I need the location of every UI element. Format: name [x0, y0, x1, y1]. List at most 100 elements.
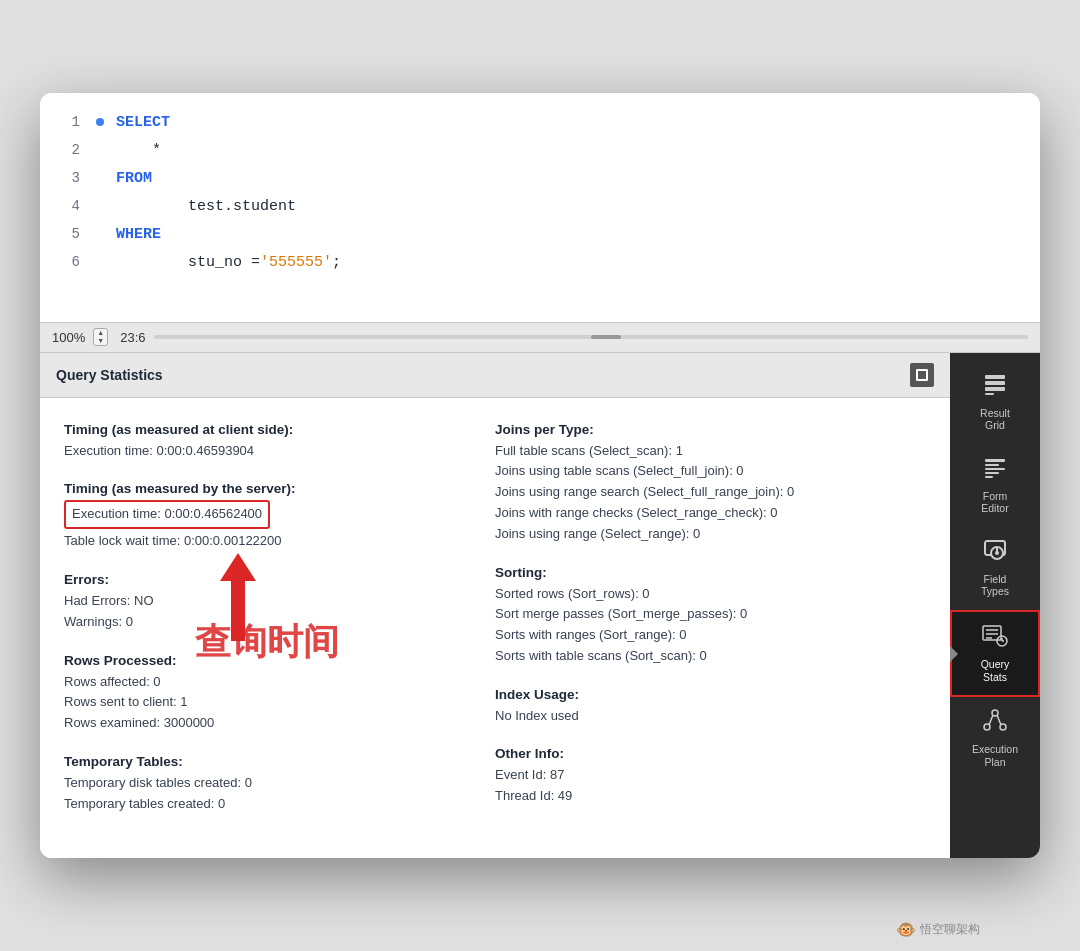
temp-tables-created: Temporary tables created: 0 — [64, 794, 471, 815]
line-number-1: 1 — [56, 111, 80, 133]
code-line-3: 3 FROM — [40, 165, 1040, 193]
code-semicolon: ; — [332, 251, 341, 275]
svg-line-24 — [997, 715, 1001, 725]
errors-warnings: Warnings: 0 — [64, 612, 471, 633]
svg-line-23 — [989, 715, 993, 725]
keyword-where: WHERE — [116, 223, 161, 247]
sorting-ranges: Sorts with ranges (Sort_range): 0 — [495, 625, 902, 646]
stats-joins: Joins per Type: Full table scans (Select… — [495, 422, 926, 545]
scrollbar-thumb[interactable] — [591, 335, 621, 339]
zoom-up[interactable]: ▲ — [94, 329, 107, 337]
keyword-from: FROM — [116, 167, 152, 191]
svg-rect-1 — [985, 381, 1005, 385]
exec-plan-icon — [983, 709, 1007, 737]
execution-time-highlight-box: Execution time: 0:00:0.46562400 — [64, 500, 270, 529]
svg-rect-6 — [985, 468, 1005, 470]
active-indicator — [950, 646, 958, 662]
field-types-label: FieldTypes — [981, 573, 1009, 598]
zoom-level: 100% — [52, 330, 85, 345]
index-title: Index Usage: — [495, 687, 902, 702]
sidebar-item-form-editor[interactable]: FormEditor — [950, 444, 1040, 527]
code-editor[interactable]: 1 SELECT 2 * 3 FROM 4 test.student 5 WH — [40, 93, 1040, 323]
stats-index-usage: Index Usage: No Index used — [495, 687, 926, 727]
joins-range-search: Joins using range search (Select_full_ra… — [495, 482, 902, 503]
panel-toggle-button[interactable] — [910, 363, 934, 387]
code-line-5: 5 WHERE — [40, 221, 1040, 249]
stats-timing-server: Timing (as measured by the server): Exec… — [64, 481, 495, 552]
code-line-6: 6 stu_no = '555555'; — [40, 249, 1040, 277]
main-content-area: Query Statistics Timing (as measured at … — [40, 353, 1040, 859]
right-sidebar: ResultGrid FormEditor — [950, 353, 1040, 859]
stats-right-column: Joins per Type: Full table scans (Select… — [495, 422, 926, 835]
temp-tables-title: Temporary Tables: — [64, 754, 471, 769]
index-no-index: No Index used — [495, 706, 902, 727]
sidebar-item-result-grid[interactable]: ResultGrid — [950, 361, 1040, 444]
line-number-6: 6 — [56, 251, 80, 273]
line-number-3: 3 — [56, 167, 80, 189]
line-number-5: 5 — [56, 223, 80, 245]
result-grid-icon — [983, 373, 1007, 401]
joins-range-check: Joins with range checks (Select_range_ch… — [495, 503, 902, 524]
query-stats-label: QueryStats — [981, 658, 1010, 683]
result-grid-label: ResultGrid — [980, 407, 1010, 432]
execution-plan-label: ExecutionPlan — [972, 743, 1018, 768]
svg-rect-0 — [985, 375, 1005, 379]
rows-examined: Rows examined: 3000000 — [64, 713, 471, 734]
stats-panel-title: Query Statistics — [56, 367, 163, 383]
sorting-table-scans: Sorts with table scans (Sort_scan): 0 — [495, 646, 902, 667]
stats-body: Timing (as measured at client side): Exe… — [40, 398, 950, 859]
zoom-stepper[interactable]: ▲ ▼ — [93, 328, 108, 346]
timing-client-exec: Execution time: 0:00:0.46593904 — [64, 441, 471, 462]
svg-rect-5 — [985, 464, 999, 466]
form-editor-label: FormEditor — [981, 490, 1008, 515]
errors-title: Errors: — [64, 572, 471, 587]
other-event-id: Event Id: 87 — [495, 765, 902, 786]
stats-panel-header: Query Statistics — [40, 353, 950, 398]
sidebar-item-execution-plan[interactable]: ExecutionPlan — [950, 697, 1040, 780]
timing-server-lock: Table lock wait time: 0:00:0.00122200 — [64, 531, 471, 552]
stats-sorting: Sorting: Sorted rows (Sort_rows): 0 Sort… — [495, 565, 926, 667]
horizontal-scrollbar[interactable] — [154, 335, 1029, 339]
rows-affected: Rows affected: 0 — [64, 672, 471, 693]
joins-full-join: Joins using table scans (Select_full_joi… — [495, 461, 902, 482]
sorting-merge-passes: Sort merge passes (Sort_merge_passes): 0 — [495, 604, 902, 625]
code-line-4: 4 test.student — [40, 193, 1040, 221]
stats-timing-client: Timing (as measured at client side): Exe… — [64, 422, 495, 462]
panel-toggle-icon — [916, 369, 928, 381]
form-editor-icon — [983, 456, 1007, 484]
svg-rect-4 — [985, 459, 1005, 462]
field-types-icon — [983, 539, 1007, 567]
errors-had: Had Errors: NO — [64, 591, 471, 612]
code-condition-value: '555555' — [260, 251, 332, 275]
breakpoint-dot[interactable] — [96, 118, 104, 126]
line-number-2: 2 — [56, 139, 80, 161]
code-line-2: 2 * — [40, 137, 1040, 165]
other-info-title: Other Info: — [495, 746, 902, 761]
rows-sent: Rows sent to client: 1 — [64, 692, 471, 713]
zoom-down[interactable]: ▼ — [94, 337, 107, 345]
cursor-position: 23:6 — [120, 330, 145, 345]
code-line-1: 1 SELECT — [40, 109, 1040, 137]
sorting-sorted-rows: Sorted rows (Sort_rows): 0 — [495, 584, 902, 605]
svg-rect-8 — [985, 476, 993, 478]
timing-server-title: Timing (as measured by the server): — [64, 481, 471, 496]
rows-title: Rows Processed: — [64, 653, 471, 668]
svg-rect-2 — [985, 387, 1005, 391]
sidebar-item-query-stats[interactable]: QueryStats — [950, 610, 1040, 697]
stats-rows-processed: Rows Processed: Rows affected: 0 Rows se… — [64, 653, 495, 734]
code-condition-field: stu_no = — [116, 251, 260, 275]
line-number-4: 4 — [56, 195, 80, 217]
sidebar-item-field-types[interactable]: FieldTypes — [950, 527, 1040, 610]
stats-temp-tables: Temporary Tables: Temporary disk tables … — [64, 754, 495, 815]
joins-full-scan: Full table scans (Select_scan): 1 — [495, 441, 902, 462]
joins-title: Joins per Type: — [495, 422, 902, 437]
svg-rect-7 — [985, 472, 999, 474]
timing-client-title: Timing (as measured at client side): — [64, 422, 471, 437]
stats-other-info: Other Info: Event Id: 87 Thread Id: 49 — [495, 746, 926, 807]
other-thread-id: Thread Id: 49 — [495, 786, 902, 807]
code-table: test.student — [116, 195, 296, 219]
temp-disk-tables: Temporary disk tables created: 0 — [64, 773, 471, 794]
timing-server-exec-highlighted: Execution time: 0:00:0.46562400 — [64, 500, 471, 531]
code-star: * — [116, 139, 161, 163]
status-bar: 100% ▲ ▼ 23:6 — [40, 323, 1040, 353]
